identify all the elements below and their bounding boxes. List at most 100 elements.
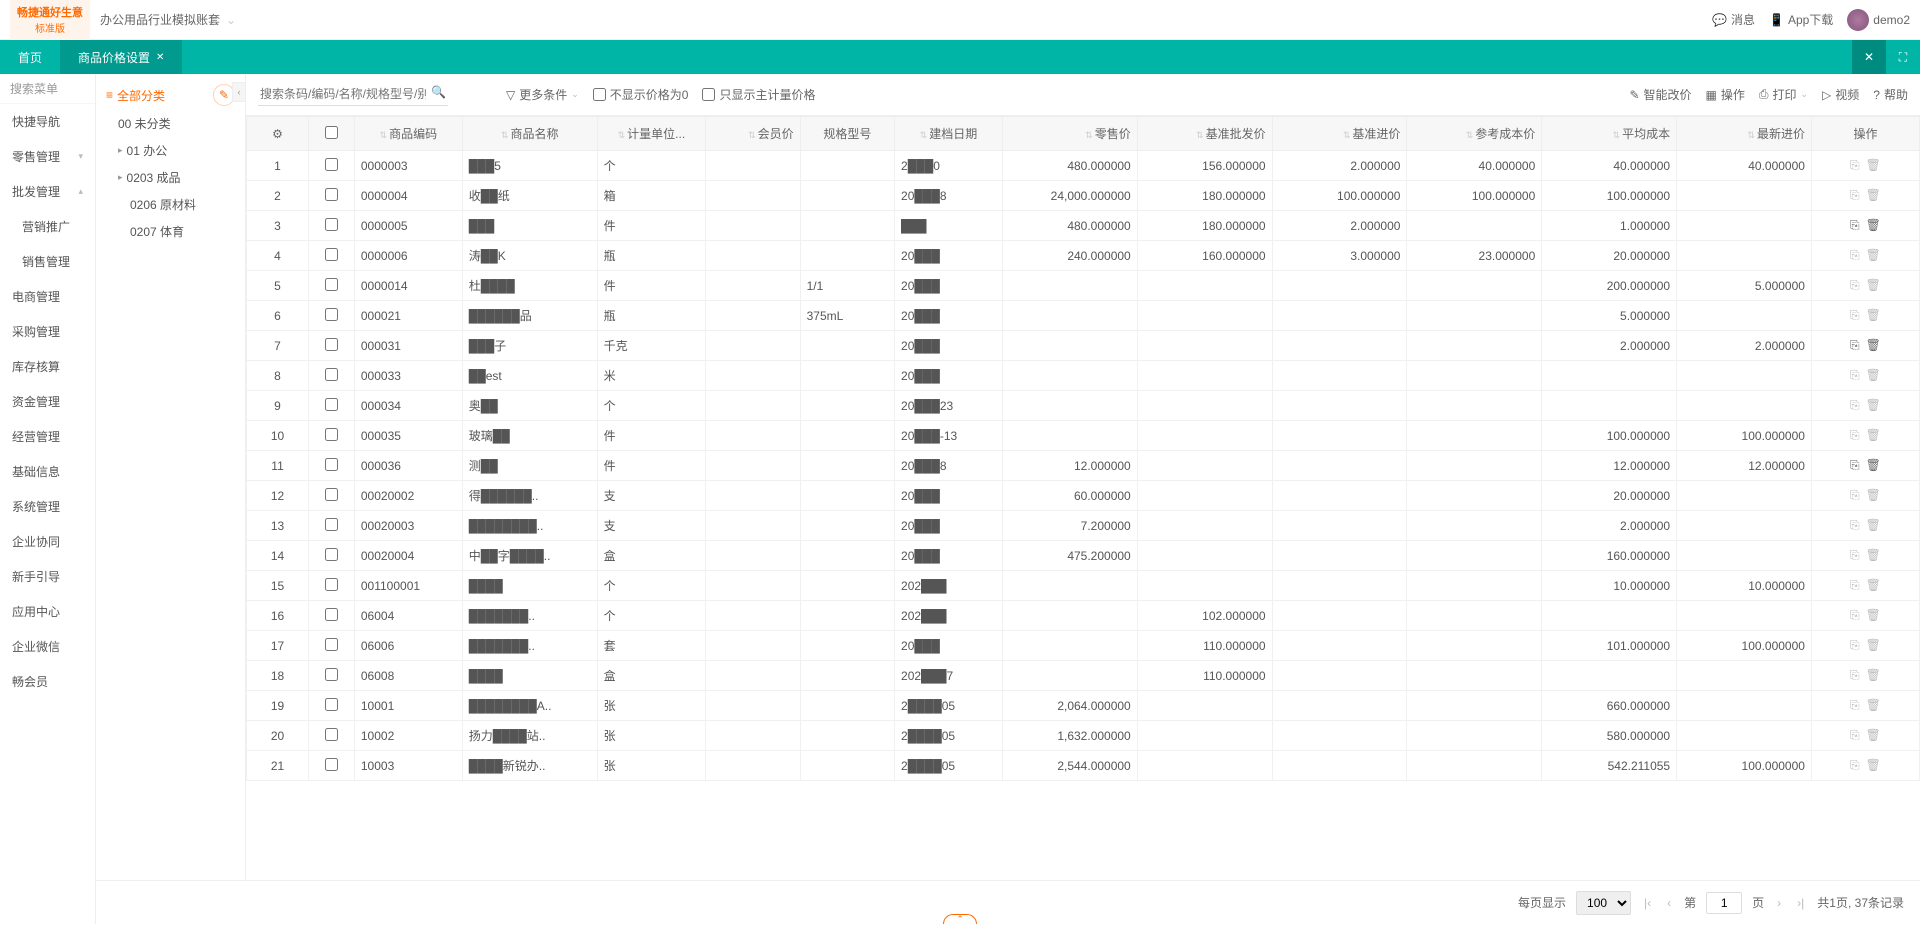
cell-check[interactable] <box>309 211 355 241</box>
row-checkbox[interactable] <box>325 338 338 351</box>
print-button[interactable]: ⎙打印⌄ <box>1759 86 1808 103</box>
delete-icon[interactable]: 🗑 <box>1866 158 1881 173</box>
sidebar-item[interactable]: 销售管理 <box>0 244 95 279</box>
delete-icon[interactable]: 🗑 <box>1866 188 1881 203</box>
row-checkbox[interactable] <box>325 218 338 231</box>
tree-node[interactable]: 00 未分类 <box>100 110 241 137</box>
delete-icon[interactable]: 🗑 <box>1866 638 1881 653</box>
cell-check[interactable] <box>309 151 355 181</box>
sidebar-item[interactable]: 基础信息 <box>0 454 95 489</box>
collapse-tree-button[interactable]: ‹ <box>232 82 246 102</box>
cell-check[interactable] <box>309 661 355 691</box>
row-checkbox[interactable] <box>325 758 338 771</box>
row-checkbox[interactable] <box>325 488 338 501</box>
operations-button[interactable]: ▦操作 <box>1706 86 1745 103</box>
bottom-expand-handle[interactable]: ⌃ <box>943 914 977 924</box>
col-member[interactable]: ⇅会员价 <box>706 117 800 151</box>
menu-search[interactable]: 搜索菜单 <box>0 74 95 104</box>
tree-node[interactable]: 0207 体育 <box>100 218 241 245</box>
cell-check[interactable] <box>309 631 355 661</box>
delete-icon[interactable]: 🗑 <box>1866 368 1881 383</box>
cell-check[interactable] <box>309 511 355 541</box>
row-checkbox[interactable] <box>325 158 338 171</box>
copy-icon[interactable]: ⎘ <box>1850 458 1860 473</box>
copy-icon[interactable]: ⎘ <box>1850 578 1860 593</box>
cell-check[interactable] <box>309 271 355 301</box>
pager-perpage-select[interactable]: 100 <box>1576 891 1631 915</box>
pager-last[interactable]: ›| <box>1794 896 1807 910</box>
select-all-checkbox[interactable] <box>325 126 338 139</box>
copy-icon[interactable]: ⎘ <box>1850 428 1860 443</box>
copy-icon[interactable]: ⎘ <box>1850 668 1860 683</box>
hide-zero-input[interactable] <box>593 88 606 101</box>
col-settings[interactable]: ⚙ <box>247 117 309 151</box>
sidebar-item[interactable]: 经营管理 <box>0 419 95 454</box>
sidebar-item[interactable]: 企业微信 <box>0 629 95 664</box>
delete-icon[interactable]: 🗑 <box>1866 698 1881 713</box>
col-purchase[interactable]: ⇅基准进价 <box>1272 117 1407 151</box>
pager-next[interactable]: › <box>1774 896 1784 910</box>
delete-icon[interactable]: 🗑 <box>1866 338 1881 353</box>
delete-icon[interactable]: 🗑 <box>1866 578 1881 593</box>
row-checkbox[interactable] <box>325 458 338 471</box>
delete-icon[interactable]: 🗑 <box>1866 458 1881 473</box>
col-code[interactable]: ⇅商品编码 <box>354 117 462 151</box>
cell-check[interactable] <box>309 361 355 391</box>
sidebar-item[interactable]: 快捷导航 <box>0 104 95 139</box>
sidebar-item[interactable]: 应用中心 <box>0 594 95 629</box>
sidebar-item[interactable]: 库存核算 <box>0 349 95 384</box>
cell-check[interactable] <box>309 751 355 781</box>
col-refcost[interactable]: ⇅参考成本价 <box>1407 117 1542 151</box>
col-avgcost[interactable]: ⇅平均成本 <box>1542 117 1677 151</box>
cell-check[interactable] <box>309 181 355 211</box>
tab-home[interactable]: 首页 <box>0 40 60 74</box>
col-wholesale[interactable]: ⇅基准批发价 <box>1137 117 1272 151</box>
only-main-input[interactable] <box>702 88 715 101</box>
tree-all-categories[interactable]: ≡ 全部分类 <box>106 87 165 104</box>
cell-check[interactable] <box>309 601 355 631</box>
cell-check[interactable] <box>309 301 355 331</box>
row-checkbox[interactable] <box>325 638 338 651</box>
row-checkbox[interactable] <box>325 188 338 201</box>
copy-icon[interactable]: ⎘ <box>1850 188 1860 203</box>
delete-icon[interactable]: 🗑 <box>1866 548 1881 563</box>
row-checkbox[interactable] <box>325 608 338 621</box>
row-checkbox[interactable] <box>325 398 338 411</box>
help-button[interactable]: ?帮助 <box>1873 86 1908 103</box>
delete-icon[interactable]: 🗑 <box>1866 758 1881 773</box>
copy-icon[interactable]: ⎘ <box>1850 698 1860 713</box>
sidebar-item[interactable]: 畅会员 <box>0 664 95 699</box>
delete-icon[interactable]: 🗑 <box>1866 728 1881 743</box>
close-all-tabs-button[interactable]: ✕ <box>1852 40 1886 74</box>
delete-icon[interactable]: 🗑 <box>1866 398 1881 413</box>
pager-first[interactable]: |‹ <box>1641 896 1654 910</box>
cell-check[interactable] <box>309 571 355 601</box>
row-checkbox[interactable] <box>325 698 338 711</box>
col-date[interactable]: ⇅建档日期 <box>895 117 1003 151</box>
col-latest[interactable]: ⇅最新进价 <box>1677 117 1812 151</box>
pager-page-input[interactable] <box>1706 892 1742 914</box>
cell-check[interactable] <box>309 451 355 481</box>
copy-icon[interactable]: ⎘ <box>1850 518 1860 533</box>
cell-check[interactable] <box>309 241 355 271</box>
hide-zero-checkbox[interactable]: 不显示价格为0 <box>593 86 689 103</box>
copy-icon[interactable]: ⎘ <box>1850 548 1860 563</box>
row-checkbox[interactable] <box>325 428 338 441</box>
copy-icon[interactable]: ⎘ <box>1850 608 1860 623</box>
col-unit[interactable]: ⇅计量单位... <box>597 117 706 151</box>
cell-check[interactable] <box>309 721 355 751</box>
messages-button[interactable]: 💬 消息 <box>1712 11 1755 28</box>
cell-check[interactable] <box>309 331 355 361</box>
tree-node[interactable]: ▸01 办公 <box>100 137 241 164</box>
delete-icon[interactable]: 🗑 <box>1866 518 1881 533</box>
delete-icon[interactable]: 🗑 <box>1866 488 1881 503</box>
sidebar-item[interactable]: 采购管理 <box>0 314 95 349</box>
user-menu[interactable]: demo2 <box>1847 9 1910 31</box>
delete-icon[interactable]: 🗑 <box>1866 668 1881 683</box>
col-name[interactable]: ⇅商品名称 <box>462 117 597 151</box>
cell-check[interactable] <box>309 691 355 721</box>
copy-icon[interactable]: ⎘ <box>1850 278 1860 293</box>
delete-icon[interactable]: 🗑 <box>1866 308 1881 323</box>
sidebar-item[interactable]: 系统管理 <box>0 489 95 524</box>
delete-icon[interactable]: 🗑 <box>1866 248 1881 263</box>
